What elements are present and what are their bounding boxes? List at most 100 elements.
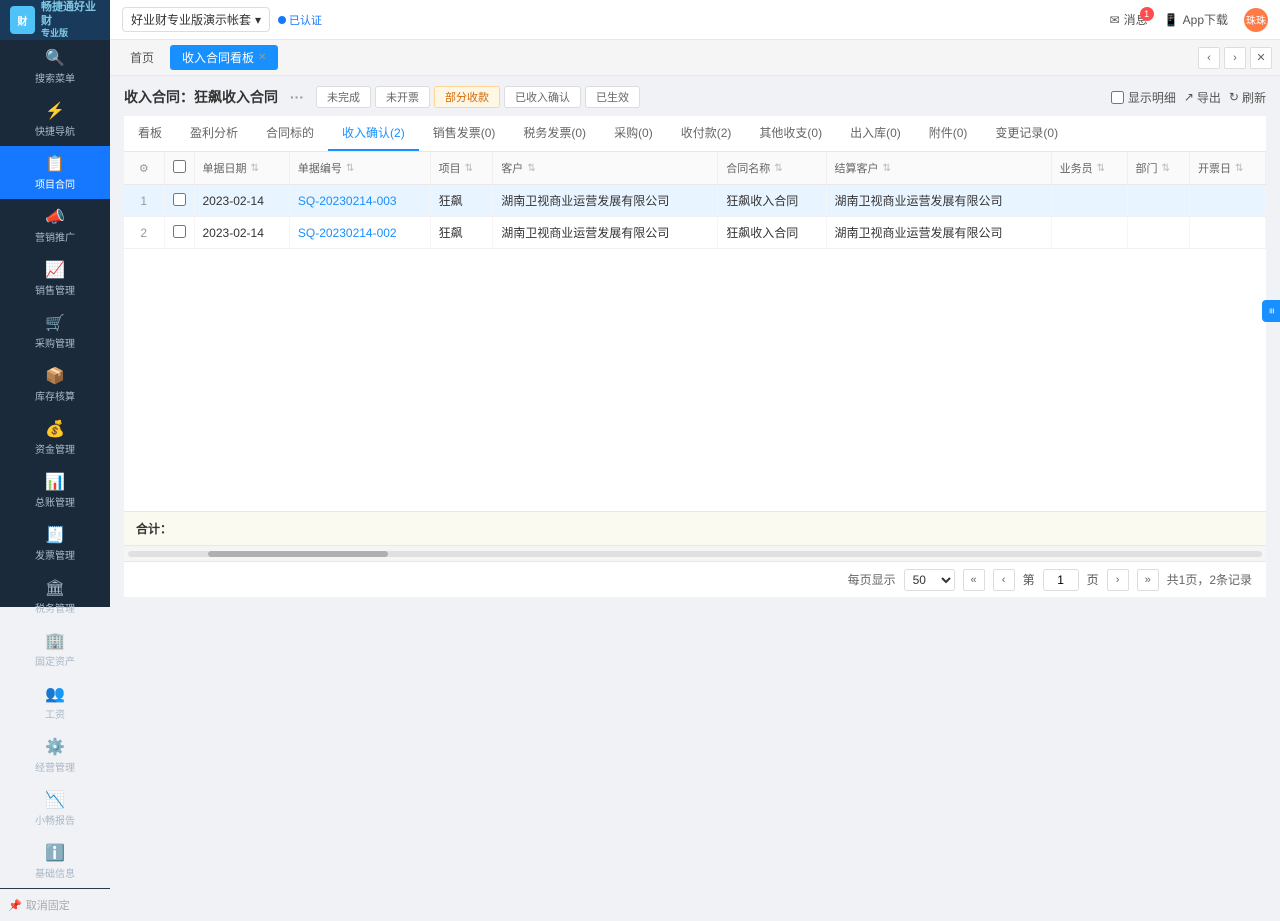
sidebar-item-invoice[interactable]: 🧾发票管理 (0, 517, 110, 570)
sort-dept-icon[interactable]: ⇅ (1162, 163, 1170, 174)
row-check[interactable] (164, 217, 194, 249)
row-contract: 狂飙收入合同 (718, 185, 826, 217)
tab-next-btn[interactable]: › (1224, 47, 1246, 69)
sort-customer-icon[interactable]: ⇅ (527, 163, 535, 174)
sidebar-item-sales[interactable]: 📈销售管理 (0, 252, 110, 305)
row-checkbox[interactable] (173, 193, 186, 206)
sidebar-item-hr[interactable]: 👥工资 (0, 676, 110, 729)
sub-tab-附件0[interactable]: 附件(0) (915, 116, 982, 151)
sidebar-bottom[interactable]: 📌 取消固定 (0, 888, 110, 921)
export-icon: ↗ (1184, 90, 1194, 104)
detail-checkbox[interactable] (1111, 91, 1124, 104)
sidebar-item-inventory[interactable]: 📦库存核算 (0, 358, 110, 411)
phone-icon: 📱 (1164, 13, 1179, 27)
sub-tab-变更记录0[interactable]: 变更记录(0) (981, 116, 1072, 151)
sidebar-item-fixed[interactable]: 🏢固定资产 (0, 623, 110, 676)
status-btn-no_invoice[interactable]: 未开票 (375, 86, 430, 108)
col-settings: ⚙ (124, 152, 164, 185)
sub-tab-合同标的[interactable]: 合同标的 (252, 116, 328, 151)
scroll-track (128, 551, 1262, 557)
row-checkbox[interactable] (173, 225, 186, 238)
table-row[interactable]: 1 2023-02-14 SQ-20230214-003 狂飙 湖南卫视商业运营… (124, 185, 1266, 217)
select-all-checkbox[interactable] (173, 160, 186, 173)
sort-salesperson-icon[interactable]: ⇅ (1097, 163, 1105, 174)
table-wrapper[interactable]: ⚙ 单据日期⇅ 单据编号⇅ 项 (124, 152, 1266, 511)
row-number-link[interactable]: SQ-20230214-002 (298, 226, 397, 240)
sort-settle-icon[interactable]: ⇅ (883, 163, 891, 174)
sidebar-item-quick[interactable]: ⚡快捷导航 (0, 93, 110, 146)
tab-close-all-btn[interactable]: ✕ (1250, 47, 1272, 69)
sub-tab-收付款2[interactable]: 收付款(2) (667, 116, 746, 151)
sub-tab-看板[interactable]: 看板 (124, 116, 176, 151)
refresh-btn[interactable]: ↻ 刷新 (1229, 89, 1266, 106)
sub-tab-其他收支0[interactable]: 其他收支(0) (745, 116, 836, 151)
topbar: 好业财专业版演示帐套 ▾ 已认证 ✉ 1 消息 📱 App下载 珠珠 (110, 0, 1280, 40)
sort-number-icon[interactable]: ⇅ (346, 163, 354, 174)
scroll-thumb[interactable] (208, 551, 388, 557)
export-btn[interactable]: ↗ 导出 (1184, 89, 1221, 106)
nav-label-accounting: 总账管理 (35, 494, 75, 509)
row-date: 2023-02-14 (194, 217, 289, 249)
row-check[interactable] (164, 185, 194, 217)
nav-icon-inventory: 📦 (45, 366, 65, 386)
table-row[interactable]: 2 2023-02-14 SQ-20230214-002 狂飙 湖南卫视商业运营… (124, 217, 1266, 249)
right-fixed-panel[interactable]: ≡ (1262, 300, 1280, 322)
sort-project-icon[interactable]: ⇅ (465, 163, 473, 174)
first-page-btn[interactable]: « (963, 569, 985, 591)
nav-label-tax: 税务管理 (35, 600, 75, 615)
user-avatar[interactable]: 珠珠 (1244, 8, 1268, 32)
status-btn-active[interactable]: 已生效 (585, 86, 640, 108)
sidebar-item-finance[interactable]: 💰资金管理 (0, 411, 110, 464)
sidebar-item-report[interactable]: 📉小畅报告 (0, 782, 110, 835)
sidebar-item-tax[interactable]: 🏛税务管理 (0, 570, 110, 623)
app-download-btn[interactable]: 📱 App下载 (1164, 11, 1228, 28)
tab-contract-board[interactable]: 收入合同看板 ✕ (170, 45, 278, 70)
last-page-btn[interactable]: » (1137, 569, 1159, 591)
tab-prev-btn[interactable]: ‹ (1198, 47, 1220, 69)
total-label: 合计： (136, 520, 172, 537)
sidebar-item-project[interactable]: 📋项目合同 (0, 146, 110, 199)
status-btn-confirmed[interactable]: 已收入确认 (504, 86, 581, 108)
scroll-area[interactable] (124, 545, 1266, 561)
sub-tab-税务发票0[interactable]: 税务发票(0) (509, 116, 600, 151)
contract-prefix: 收入合同： (124, 89, 194, 105)
nav-label-project: 项目合同 (35, 176, 75, 191)
col-customer: 客户⇅ (493, 152, 718, 185)
company-selector[interactable]: 好业财专业版演示帐套 ▾ (122, 7, 270, 32)
total-row: 合计： (124, 511, 1266, 545)
page-size-select[interactable]: 50 100 200 (904, 569, 955, 591)
sidebar-item-ops[interactable]: ⚙️经营管理 (0, 729, 110, 782)
sub-tab-采购0[interactable]: 采购(0) (600, 116, 667, 151)
sub-tab-收入确认2[interactable]: 收入确认(2) (328, 116, 419, 151)
sort-date-icon[interactable]: ⇅ (251, 163, 259, 174)
nav-label-finance: 资金管理 (35, 441, 75, 456)
more-btn[interactable]: ··· (290, 89, 304, 105)
sidebar-item-marketing[interactable]: 📣营销推广 (0, 199, 110, 252)
sub-tab-销售发票0[interactable]: 销售发票(0) (419, 116, 510, 151)
page-input[interactable] (1043, 569, 1079, 591)
tab-close-icon[interactable]: ✕ (258, 52, 266, 63)
sidebar-item-accounting[interactable]: 📊总账管理 (0, 464, 110, 517)
sidebar-item-basic[interactable]: ℹ️基础信息 (0, 835, 110, 888)
sort-contract-icon[interactable]: ⇅ (774, 163, 782, 174)
message-btn[interactable]: ✉ 1 消息 (1110, 11, 1148, 28)
sub-tabs: 看板盈利分析合同标的收入确认(2)销售发票(0)税务发票(0)采购(0)收付款(… (124, 116, 1266, 152)
verified-dot (278, 16, 286, 24)
prev-page-btn[interactable]: ‹ (993, 569, 1015, 591)
next-page-btn[interactable]: › (1107, 569, 1129, 591)
sidebar-item-purchase[interactable]: 🛒采购管理 (0, 305, 110, 358)
nav-label-invoice: 发票管理 (35, 547, 75, 562)
gear-icon[interactable]: ⚙ (139, 163, 149, 175)
show-detail-toggle[interactable]: 显示明细 (1111, 89, 1176, 106)
row-number-link[interactable]: SQ-20230214-003 (298, 194, 397, 208)
sub-tab-盈利分析[interactable]: 盈利分析 (176, 116, 252, 151)
status-btn-partial[interactable]: 部分收款 (434, 86, 500, 108)
status-btn-incomplete[interactable]: 未完成 (316, 86, 371, 108)
nav-icon-hr: 👥 (45, 684, 65, 704)
sidebar-item-search[interactable]: 🔍搜索菜单 (0, 40, 110, 93)
tab-home[interactable]: 首页 (118, 45, 166, 70)
table-body: 1 2023-02-14 SQ-20230214-003 狂飙 湖南卫视商业运营… (124, 185, 1266, 249)
sub-tab-出入库0[interactable]: 出入库(0) (836, 116, 915, 151)
sort-invoice-icon[interactable]: ⇅ (1235, 163, 1243, 174)
app-download-label: App下载 (1183, 11, 1228, 28)
